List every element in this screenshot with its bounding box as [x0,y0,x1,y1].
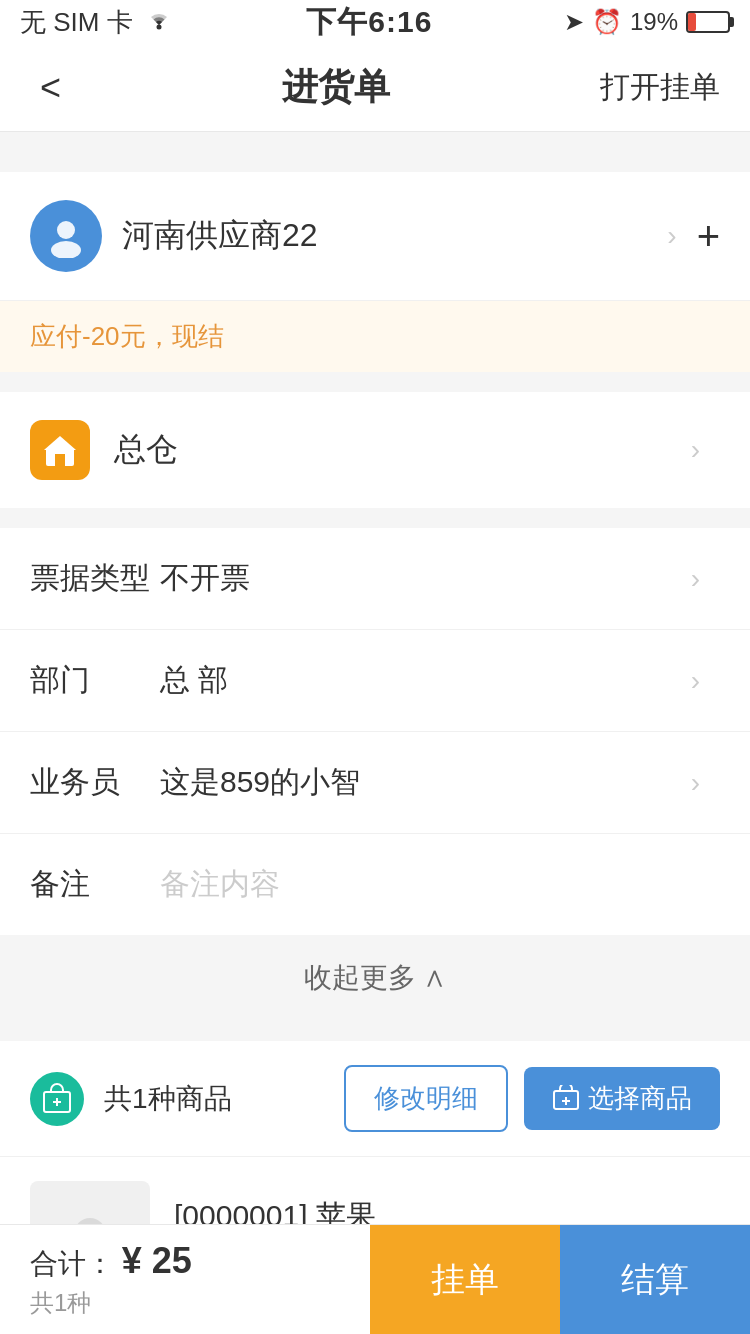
products-count: 共1种商品 [104,1080,344,1118]
salesman-chevron-icon: › [691,767,700,799]
page-title: 进货单 [282,63,390,112]
bottom-bar: 合计： ¥ 25 共1种 挂单 结算 [0,1224,750,1334]
svg-point-1 [57,221,75,239]
total-row: 合计： ¥ 25 [30,1240,340,1283]
svg-point-2 [51,241,81,258]
svg-point-0 [156,24,161,29]
salesman-value: 这是859的小智 [160,762,691,803]
open-pending-button[interactable]: 打开挂单 [600,67,720,108]
products-header: 共1种商品 修改明细 选择商品 [0,1041,750,1156]
top-separator [0,132,750,152]
battery-label: 19% [630,8,678,36]
invoice-chevron-icon: › [691,563,700,595]
salesman-label: 业务员 [30,762,160,803]
svg-marker-4 [44,436,76,450]
status-left: 无 SIM 卡 [20,5,175,40]
battery-icon [686,11,730,33]
salesman-row[interactable]: 业务员 这是859的小智 › [0,732,750,834]
select-product-button[interactable]: 选择商品 [524,1067,720,1130]
warehouse-chevron-icon: › [691,434,700,466]
remark-input[interactable]: 备注内容 [160,864,720,905]
status-bar: 无 SIM 卡 下午6:16 ➤ ⏰ 19% [0,0,750,44]
supplier-row[interactable]: 河南供应商22 › + [0,172,750,301]
time-label: 下午6:16 [306,2,432,43]
checkout-button[interactable]: 结算 [560,1225,750,1335]
nav-bar: < 进货单 打开挂单 [0,44,750,132]
remark-row[interactable]: 备注 备注内容 [0,834,750,935]
total-section: 合计： ¥ 25 共1种 [0,1240,370,1319]
back-button[interactable]: < [30,57,71,119]
alarm-icon: ⏰ [592,8,622,36]
form-section: 票据类型 不开票 › 部门 总 部 › 业务员 这是859的小智 › 备注 备注… [0,528,750,935]
location-icon: ➤ [564,8,584,36]
total-label: 合计： [30,1248,114,1279]
select-product-label: 选择商品 [588,1081,692,1116]
supplier-name: 河南供应商22 [122,214,667,258]
status-right: ➤ ⏰ 19% [564,8,730,36]
warehouse-icon [30,420,90,480]
carrier-label: 无 SIM 卡 [20,5,133,40]
supplier-section: 河南供应商22 › + 应付-20元，现结 [0,172,750,372]
warehouse-section: 总仓 › [0,392,750,508]
warehouse-name: 总仓 [114,428,691,472]
count-label: 共1种 [30,1287,340,1319]
department-value: 总 部 [160,660,691,701]
products-icon [30,1072,84,1126]
invoice-type-value: 不开票 [160,558,691,599]
add-supplier-button[interactable]: + [697,214,720,259]
invoice-type-label: 票据类型 [30,558,160,599]
supplier-avatar [30,200,102,272]
department-chevron-icon: › [691,665,700,697]
pending-button[interactable]: 挂单 [370,1225,560,1335]
total-amount: ¥ 25 [122,1240,192,1281]
invoice-type-row[interactable]: 票据类型 不开票 › [0,528,750,630]
wifi-icon [143,7,175,38]
department-row[interactable]: 部门 总 部 › [0,630,750,732]
svg-rect-5 [55,454,65,466]
collapse-button[interactable]: 收起更多 ∧ [0,935,750,1021]
remark-label: 备注 [30,864,160,905]
department-label: 部门 [30,660,160,701]
warehouse-row[interactable]: 总仓 › [0,392,750,508]
edit-detail-button[interactable]: 修改明细 [344,1065,508,1132]
supplier-chevron-icon: › [667,220,676,252]
supplier-notice: 应付-20元，现结 [0,301,750,372]
